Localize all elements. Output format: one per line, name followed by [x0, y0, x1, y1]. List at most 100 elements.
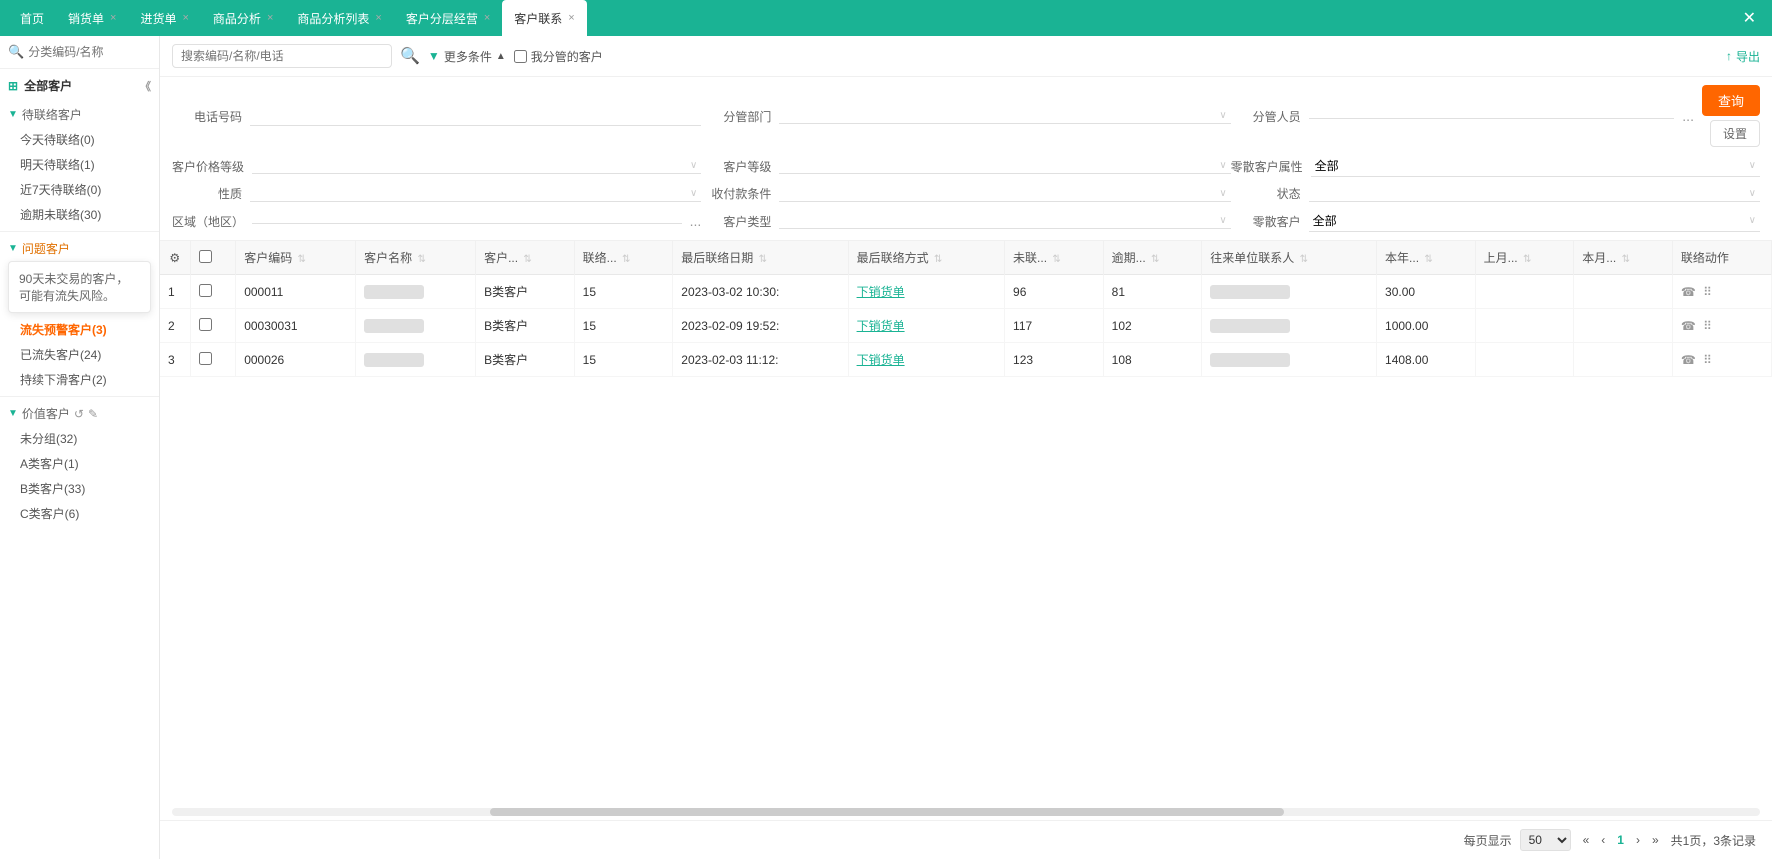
col-name-sort[interactable]: ⇅ — [417, 254, 425, 265]
tab-product-list-close[interactable]: × — [375, 12, 381, 24]
filter-dept-select[interactable]: ∨ — [779, 108, 1230, 124]
sidebar-item-today[interactable]: 今天待联络(0) — [0, 127, 159, 152]
col-contact-person-sort[interactable]: ⇅ — [1300, 254, 1308, 265]
edit-icon[interactable]: ✎ — [88, 407, 98, 421]
export-btn[interactable]: ↑ 导出 — [1726, 48, 1760, 65]
window-close-btn[interactable]: ✕ — [1727, 8, 1772, 28]
filter-phone-label: 电话号码 — [172, 108, 242, 125]
row-checkbox[interactable] — [190, 309, 236, 343]
filter-phone-input[interactable] — [250, 107, 701, 126]
my-customers-checkbox[interactable] — [514, 50, 527, 63]
select-all-checkbox[interactable] — [199, 250, 212, 263]
tab-product-analysis[interactable]: 商品分析 × — [201, 0, 285, 36]
staff-more-btn[interactable]: ... — [1682, 108, 1694, 124]
col-overdue-sort[interactable]: ⇅ — [1151, 254, 1159, 265]
row-checkbox[interactable] — [190, 343, 236, 377]
page-size-select[interactable]: 50 100 200 — [1520, 829, 1571, 851]
action-contact-icon[interactable]: ☎ — [1681, 319, 1696, 333]
filter-price-select[interactable]: ∨ — [252, 158, 701, 174]
sidebar-section-problem[interactable]: ▼ 问题客户 — [0, 236, 159, 261]
filter-right-btns: 查询 设置 — [1702, 85, 1760, 147]
tab-customer-layer[interactable]: 客户分层经营 × — [394, 0, 502, 36]
row-checkbox[interactable] — [190, 275, 236, 309]
filter-sporadic-select[interactable]: 全部 ∨ — [1311, 155, 1760, 177]
region-more-btn[interactable]: ... — [690, 213, 702, 229]
sidebar-item-tomorrow[interactable]: 明天待联络(1) — [0, 152, 159, 177]
sidebar-item-classA[interactable]: A类客户(1) — [0, 451, 159, 476]
col-last-month-sort[interactable]: ⇅ — [1523, 254, 1531, 265]
col-last-way-sort[interactable]: ⇅ — [934, 254, 942, 265]
filter-gender-select[interactable]: ∨ — [250, 186, 701, 202]
action-more-icon[interactable]: ⠿ — [1703, 319, 1712, 333]
filter-ctype-row: 客户类型 ∨ — [701, 213, 1230, 230]
prev-page-btn[interactable]: ‹ — [1597, 831, 1609, 849]
item-classC-label: C类客户(6) — [20, 507, 79, 521]
col-this-month-sort[interactable]: ⇅ — [1622, 254, 1630, 265]
sidebar-item-overdue[interactable]: 逾期未联络(30) — [0, 202, 159, 227]
action-contact-icon[interactable]: ☎ — [1681, 285, 1696, 299]
filter-region-select[interactable] — [252, 219, 682, 224]
sidebar-section-value[interactable]: ▼ 价值客户 ↺ ✎ — [0, 401, 159, 426]
action-more-icon[interactable]: ⠿ — [1703, 353, 1712, 367]
col-this-year-sort[interactable]: ⇅ — [1424, 254, 1432, 265]
row-last-way[interactable]: 下销货单 — [848, 343, 1004, 377]
my-customers-checkbox-label[interactable]: 我分管的客户 — [514, 48, 603, 65]
tab-home[interactable]: 首页 — [8, 0, 56, 36]
row-this-month — [1574, 309, 1673, 343]
row-actions: ☎ ⠿ — [1672, 309, 1771, 343]
sidebar-item-classB[interactable]: B类客户(33) — [0, 476, 159, 501]
filter-status-select[interactable]: ∨ — [1309, 186, 1760, 202]
tab-customer-contact-close[interactable]: × — [568, 12, 574, 24]
row-last-way[interactable]: 下销货单 — [848, 275, 1004, 309]
tab-product-list[interactable]: 商品分析列表 × — [285, 0, 393, 36]
last-page-btn[interactable]: » — [1648, 831, 1663, 849]
search-btn-icon[interactable]: 🔍 — [400, 46, 420, 66]
total-records-label: 共1页，3条记录 — [1671, 832, 1756, 849]
filter-payment-select[interactable]: ∨ — [779, 186, 1230, 202]
filter-staff-select[interactable] — [1309, 114, 1675, 119]
tab-purchase[interactable]: 进货单 × — [128, 0, 200, 36]
sidebar-item-7days[interactable]: 近7天待联络(0) — [0, 177, 159, 202]
filter-ctype-select[interactable]: ∨ — [779, 213, 1230, 229]
sidebar-item-ungrouped[interactable]: 未分组(32) — [0, 426, 159, 451]
filter-grade-select[interactable]: ∨ — [779, 158, 1230, 174]
col-no-contact-label: 未联... — [1013, 251, 1047, 265]
sidebar-item-classC[interactable]: C类客户(6) — [0, 501, 159, 526]
row-last-way[interactable]: 下销货单 — [848, 309, 1004, 343]
tab-product-analysis-close[interactable]: × — [267, 12, 273, 24]
sidebar-item-churn-warning[interactable]: 流失预警客户(3) — [0, 317, 159, 342]
filter-status-row: 状态 ∨ — [1231, 185, 1760, 202]
settings-btn[interactable]: 设置 — [1710, 120, 1760, 147]
sidebar-all-customers[interactable]: ⊞ 全部客户 《 — [0, 69, 159, 102]
col-no-contact-sort[interactable]: ⇅ — [1052, 254, 1060, 265]
col-last-date-sort[interactable]: ⇅ — [759, 254, 767, 265]
sidebar-item-churned[interactable]: 已流失客户(24) — [0, 342, 159, 367]
sidebar-section-pending[interactable]: ▼ 待联络客户 — [0, 102, 159, 127]
scrollbar-thumb[interactable] — [490, 808, 1284, 816]
sidebar-search-input[interactable] — [28, 45, 151, 59]
refresh-icon[interactable]: ↺ — [74, 407, 84, 421]
first-page-btn[interactable]: « — [1579, 831, 1594, 849]
tab-customer-layer-close[interactable]: × — [484, 12, 490, 24]
search-input[interactable] — [172, 44, 392, 68]
action-contact-icon[interactable]: ☎ — [1681, 353, 1696, 367]
horizontal-scrollbar[interactable] — [172, 808, 1760, 816]
col-contact-sort[interactable]: ⇅ — [622, 254, 630, 265]
tab-sales-close[interactable]: × — [110, 12, 116, 24]
filter-sporadic2-select[interactable]: 全部 ∨ — [1309, 210, 1760, 232]
tab-purchase-close[interactable]: × — [182, 12, 188, 24]
tab-customer-contact[interactable]: 客户联系 × — [502, 0, 586, 36]
tab-sales[interactable]: 销货单 × — [56, 0, 128, 36]
query-btn[interactable]: 查询 — [1702, 85, 1760, 116]
more-conditions-btn[interactable]: ▼ 更多条件 ▲ — [428, 48, 506, 65]
action-more-icon[interactable]: ⠿ — [1703, 285, 1712, 299]
next-page-btn[interactable]: › — [1632, 831, 1644, 849]
sidebar-item-declining[interactable]: 持续下滑客户(2) — [0, 367, 159, 392]
row-contact: 15 — [574, 309, 673, 343]
content-area: 🔍 ▼ 更多条件 ▲ 我分管的客户 ↑ 导出 电话号码 — [160, 36, 1772, 859]
col-type-sort[interactable]: ⇅ — [523, 254, 531, 265]
gear-header[interactable]: ⚙ — [160, 241, 190, 275]
col-code-sort[interactable]: ⇅ — [298, 254, 306, 265]
filter-gender-label: 性质 — [172, 185, 242, 202]
checkbox-header[interactable] — [190, 241, 236, 275]
